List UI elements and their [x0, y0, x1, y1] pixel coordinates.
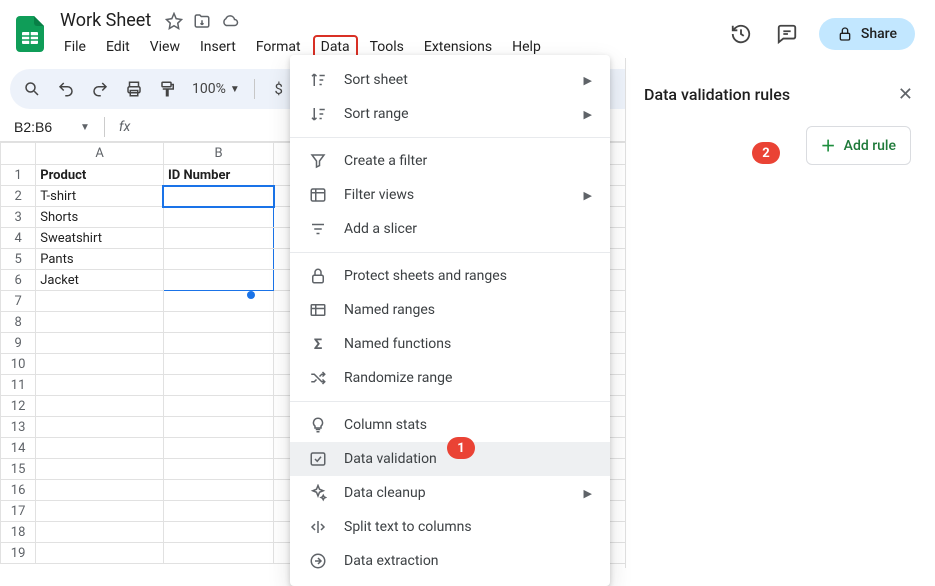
row-header[interactable]: 1: [1, 165, 36, 186]
shuffle-icon: [308, 368, 328, 388]
name-box-input[interactable]: [12, 118, 72, 136]
menu-item-data-extraction[interactable]: Data extraction: [290, 544, 610, 578]
filter-icon: [308, 151, 328, 171]
doc-title[interactable]: Work Sheet: [56, 8, 155, 33]
print-icon[interactable]: [124, 79, 144, 99]
menu-edit[interactable]: Edit: [98, 35, 138, 59]
history-icon[interactable]: [727, 20, 755, 48]
sort-sheet-icon: [308, 70, 328, 90]
menu-item-named-ranges[interactable]: Named ranges: [290, 293, 610, 327]
plus-icon: ＋: [821, 135, 836, 156]
cell[interactable]: Product: [36, 165, 164, 186]
col-header-B[interactable]: B: [163, 143, 273, 165]
menu-item-data-cleanup[interactable]: Data cleanup ▶: [290, 476, 610, 510]
row-header[interactable]: 2: [1, 186, 36, 207]
paint-format-icon[interactable]: [158, 79, 178, 99]
row-header[interactable]: 9: [1, 333, 36, 354]
row-header[interactable]: 13: [1, 417, 36, 438]
menu-item-randomize[interactable]: Randomize range: [290, 361, 610, 395]
row-header[interactable]: 11: [1, 375, 36, 396]
chevron-right-icon: ▶: [584, 487, 592, 500]
row-header[interactable]: 8: [1, 312, 36, 333]
cell[interactable]: Pants: [36, 249, 164, 270]
named-ranges-icon: [308, 300, 328, 320]
data-menu: Sort sheet ▶ Sort range ▶ Create a filte…: [290, 55, 610, 586]
close-icon[interactable]: ✕: [894, 80, 917, 109]
menu-item-create-filter[interactable]: Create a filter: [290, 144, 610, 178]
redo-icon[interactable]: [90, 79, 110, 99]
share-button[interactable]: Share: [819, 18, 915, 50]
cell[interactable]: Jacket: [36, 270, 164, 291]
cell[interactable]: Sweatshirt: [36, 228, 164, 249]
selection-handle[interactable]: [247, 291, 255, 299]
filter-views-icon: [308, 185, 328, 205]
callout-1: 1: [447, 437, 475, 459]
row-header[interactable]: 19: [1, 543, 36, 564]
validation-icon: [308, 449, 328, 469]
currency-icon[interactable]: $: [269, 79, 289, 99]
lock-icon: [308, 266, 328, 286]
bulb-icon: [308, 415, 328, 435]
split-icon: [308, 517, 328, 537]
menu-insert[interactable]: Insert: [192, 35, 244, 59]
menu-item-named-functions[interactable]: Σ Named functions: [290, 327, 610, 361]
slicer-icon: [308, 219, 328, 239]
chevron-right-icon: ▶: [584, 108, 592, 121]
zoom-selector[interactable]: 100% ▼: [192, 81, 240, 97]
callout-2: 2: [752, 142, 780, 164]
cloud-icon[interactable]: [221, 12, 239, 30]
cell[interactable]: T-shirt: [36, 186, 164, 207]
cell[interactable]: [163, 249, 273, 270]
row-header[interactable]: 10: [1, 354, 36, 375]
menu-file[interactable]: File: [56, 35, 94, 59]
menu-item-add-slicer[interactable]: Add a slicer: [290, 212, 610, 246]
undo-icon[interactable]: [56, 79, 76, 99]
add-rule-button[interactable]: ＋ Add rule: [806, 126, 911, 165]
row-header[interactable]: 15: [1, 459, 36, 480]
sort-range-icon: [308, 104, 328, 124]
menu-item-sort-range[interactable]: Sort range ▶: [290, 97, 610, 131]
star-icon[interactable]: [165, 12, 183, 30]
namebox-arrow-icon[interactable]: ▼: [80, 122, 96, 133]
cell[interactable]: ID Number: [163, 165, 273, 186]
data-validation-sidebar: Data validation rules ✕ ＋ Add rule: [625, 58, 935, 568]
sigma-icon: Σ: [308, 334, 328, 354]
menu-item-filter-views[interactable]: Filter views ▶: [290, 178, 610, 212]
row-header[interactable]: 7: [1, 291, 36, 312]
row-header[interactable]: 5: [1, 249, 36, 270]
move-icon[interactable]: [193, 12, 211, 30]
chevron-right-icon: ▶: [584, 74, 592, 87]
row-header[interactable]: 12: [1, 396, 36, 417]
cell[interactable]: [163, 270, 273, 291]
extract-icon: [308, 551, 328, 571]
cell[interactable]: Shorts: [36, 207, 164, 228]
fx-icon[interactable]: fx: [113, 119, 136, 135]
sidebar-title: Data validation rules: [644, 85, 790, 104]
cleanup-icon: [308, 483, 328, 503]
menu-item-protect[interactable]: Protect sheets and ranges: [290, 259, 610, 293]
menu-item-split-text[interactable]: Split text to columns: [290, 510, 610, 544]
row-header[interactable]: 3: [1, 207, 36, 228]
row-header[interactable]: 16: [1, 480, 36, 501]
row-header[interactable]: 14: [1, 438, 36, 459]
share-label: Share: [861, 26, 897, 42]
row-header[interactable]: 17: [1, 501, 36, 522]
cell[interactable]: [163, 207, 273, 228]
row-header[interactable]: 6: [1, 270, 36, 291]
menu-item-column-stats[interactable]: Column stats: [290, 408, 610, 442]
sheets-logo[interactable]: [12, 16, 48, 52]
menu-view[interactable]: View: [142, 35, 188, 59]
select-all-corner[interactable]: [1, 143, 36, 165]
cell[interactable]: [163, 186, 273, 207]
lock-icon: [837, 26, 853, 42]
search-icon[interactable]: [22, 79, 42, 99]
row-header[interactable]: 4: [1, 228, 36, 249]
chevron-right-icon: ▶: [584, 189, 592, 202]
cell[interactable]: [163, 228, 273, 249]
comment-icon[interactable]: [773, 20, 801, 48]
menu-item-sort-sheet[interactable]: Sort sheet ▶: [290, 63, 610, 97]
row-header[interactable]: 18: [1, 522, 36, 543]
col-header-A[interactable]: A: [36, 143, 164, 165]
